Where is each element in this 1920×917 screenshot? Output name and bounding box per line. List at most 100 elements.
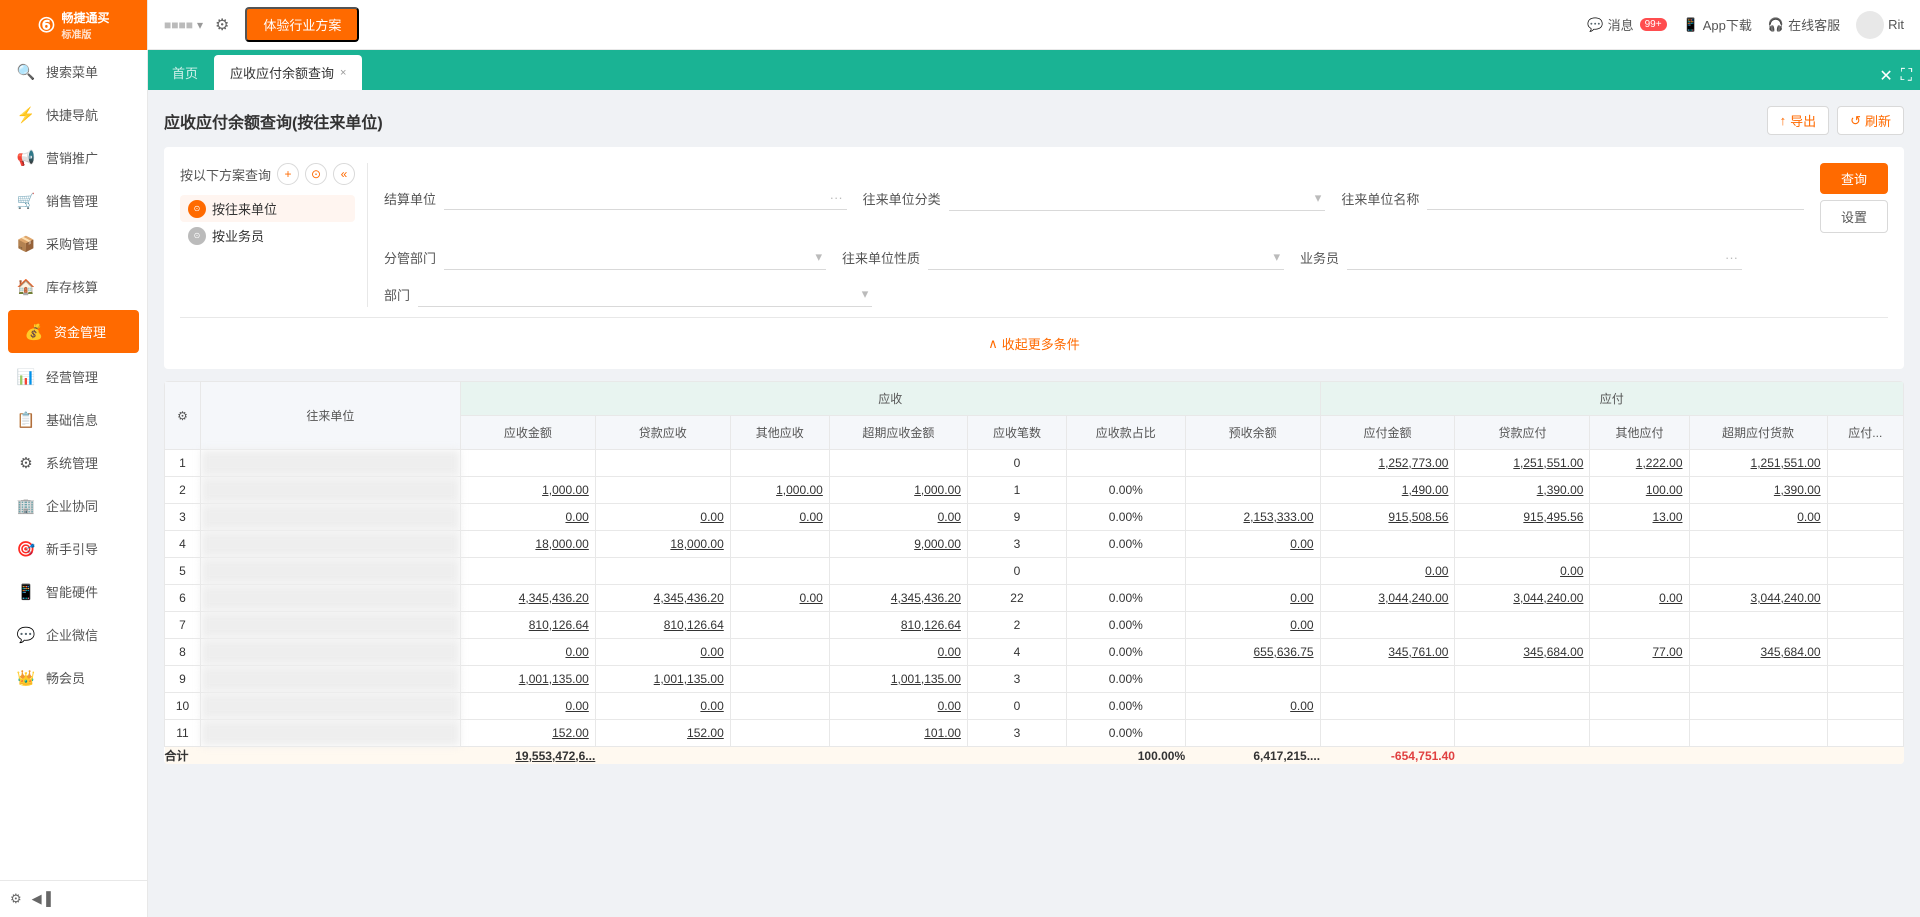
sidebar-item-enterprise[interactable]: 🏢 企业协同: [0, 484, 147, 527]
settings-icon[interactable]: ⚙: [215, 15, 229, 35]
row-index: 4: [165, 531, 201, 558]
topbar: ■■■■ ▾ ⚙ 体验行业方案 💬 消息 99+ 📱 App下载 🎧 在线客服 …: [148, 0, 1920, 50]
other-payable-header: 其他应付: [1590, 416, 1689, 450]
system-icon: ⚙: [16, 454, 36, 472]
service-icon: 🎧: [1768, 17, 1784, 33]
sidebar-item-finance[interactable]: 💰 资金管理: [8, 310, 139, 353]
tab-close-icon[interactable]: ×: [340, 67, 346, 79]
app-name: 畅捷通买: [61, 9, 109, 26]
loan-receivable-header: 贷款应收: [595, 416, 730, 450]
export-button[interactable]: ↑ 导出: [1767, 106, 1830, 135]
field-dept-manager: 分管部门 ▾: [384, 245, 826, 270]
user-info[interactable]: Rit: [1856, 11, 1904, 39]
settlement-unit-dots[interactable]: ···: [830, 190, 843, 205]
field-partner-nature: 往来单位性质 ▾: [842, 245, 1284, 270]
footer-receivable-amount[interactable]: 19,553,472,6...: [460, 747, 595, 765]
partner-name: [201, 612, 461, 639]
partner-name: [201, 558, 461, 585]
partner-name: [201, 585, 461, 612]
field-salesperson: 业务员 ···: [1300, 246, 1742, 270]
filter-area: 按以下方案查询 + ⊙ « ⊙ 按往来单位 ⊙ 按业务员 结算: [164, 147, 1904, 369]
sidebar-item-wechat[interactable]: 💬 企业微信: [0, 613, 147, 656]
row-index: 2: [165, 477, 201, 504]
sidebar-item-marketing[interactable]: 📢 营销推广: [0, 136, 147, 179]
message-icon: 💬: [1587, 17, 1603, 33]
refresh-button[interactable]: ↺ 刷新: [1837, 106, 1904, 135]
overdue-receivable-header: 超期应收金额: [829, 416, 967, 450]
receivable-ratio: 0.00%: [1067, 639, 1186, 666]
settlement-unit-label: 结算单位: [384, 189, 436, 208]
promo-button[interactable]: 体验行业方案: [245, 7, 359, 42]
sidebar-footer: ⚙ ◀▐: [0, 880, 147, 917]
row-index: 8: [165, 639, 201, 666]
setting-button[interactable]: 设置: [1820, 200, 1888, 233]
add-scheme-button[interactable]: +: [277, 163, 299, 185]
scheme-settings-button[interactable]: ⊙: [305, 163, 327, 185]
sidebar-item-system[interactable]: ⚙ 系统管理: [0, 441, 147, 484]
dept-manager-label: 分管部门: [384, 248, 436, 267]
sidebar-collapse-icon[interactable]: ◀▐: [32, 891, 51, 907]
tab-expand[interactable]: ⛶: [1901, 67, 1912, 85]
sidebar-item-purchase[interactable]: 📦 采购管理: [0, 222, 147, 265]
sidebar-item-guide[interactable]: 🎯 新手引导: [0, 527, 147, 570]
partner-nature-arrow[interactable]: ▾: [1273, 249, 1280, 265]
tab-close-window[interactable]: ✕: [1879, 66, 1892, 86]
partner-category-arrow[interactable]: ▾: [1315, 190, 1322, 206]
table-row: 101,252,773.001,251,551.001,222.001,251,…: [165, 450, 1904, 477]
collapse-button[interactable]: ∧ 收起更多条件: [180, 334, 1888, 353]
tabbar-actions: ✕ ⛶: [1879, 66, 1912, 90]
salesperson-dots[interactable]: ···: [1725, 250, 1738, 265]
partner-name: [201, 504, 461, 531]
operations-icon: 📊: [16, 368, 36, 386]
sidebar-item-quick-nav[interactable]: ⚡ 快捷导航: [0, 93, 147, 136]
sidebar-item-sales[interactable]: 🛒 销售管理: [0, 179, 147, 222]
footer-payable-amount: -654,751.40: [1320, 747, 1455, 765]
department-arrow[interactable]: ▾: [862, 286, 869, 302]
dept-manager-arrow[interactable]: ▾: [815, 249, 822, 265]
filter-actions: 查询 设置: [1820, 163, 1888, 233]
receivable-count: 4: [967, 639, 1066, 666]
sidebar-item-hardware[interactable]: 📱 智能硬件: [0, 570, 147, 613]
loan-payable-header: 贷款应付: [1455, 416, 1590, 450]
sidebar-item-inventory[interactable]: 🏠 库存核算: [0, 265, 147, 308]
collapse-icon: ∧: [988, 336, 998, 352]
partner-name: [201, 666, 461, 693]
export-icon: ↑: [1780, 113, 1787, 128]
sidebar-settings-icon[interactable]: ⚙: [10, 891, 22, 907]
online-service-button[interactable]: 🎧 在线客服: [1768, 15, 1840, 34]
query-button[interactable]: 查询: [1820, 163, 1888, 194]
row-index: 10: [165, 693, 201, 720]
table-settings-header[interactable]: ⚙: [165, 382, 201, 450]
filter-section-label: 按以下方案查询: [180, 165, 271, 184]
message-badge: 99+: [1640, 18, 1667, 31]
receivable-ratio: 0.00%: [1067, 585, 1186, 612]
receivable-count: 9: [967, 504, 1066, 531]
quick-nav-icon: ⚡: [16, 106, 36, 124]
table-row: 11152.00152.00101.0030.00%: [165, 720, 1904, 747]
tab-home[interactable]: 首页: [156, 55, 214, 90]
tab-ar-ap[interactable]: 应收应付余额查询 ×: [214, 55, 362, 90]
sidebar-item-member[interactable]: 👑 畅会员: [0, 656, 147, 699]
marketing-icon: 📢: [16, 149, 36, 167]
app-download-button[interactable]: 📱 App下载: [1683, 15, 1752, 34]
scheme-collapse-button[interactable]: «: [333, 163, 355, 185]
row-index: 11: [165, 720, 201, 747]
partner-name: [201, 720, 461, 747]
receivable-ratio: 0.00%: [1067, 693, 1186, 720]
scheme-by-partner[interactable]: ⊙ 按往来单位: [180, 195, 355, 222]
scheme-by-salesperson[interactable]: ⊙ 按业务员: [180, 222, 355, 249]
sidebar-item-operations[interactable]: 📊 经营管理: [0, 355, 147, 398]
sidebar: ⑥ 畅捷通买 标准版 🔍 搜索菜单 ⚡ 快捷导航 📢 营销推广 🛒 销售管理 📦…: [0, 0, 148, 917]
scheme-selector: 按以下方案查询 + ⊙ « ⊙ 按往来单位 ⊙ 按业务员: [180, 163, 368, 307]
payable-group-header: 应付: [1320, 382, 1903, 416]
inventory-icon: 🏠: [16, 278, 36, 296]
message-button[interactable]: 💬 消息 99+: [1587, 15, 1666, 34]
footer-label: 合计: [165, 747, 461, 765]
partner-name-input[interactable]: [1427, 186, 1804, 210]
sidebar-item-basic-info[interactable]: 📋 基础信息: [0, 398, 147, 441]
receivable-count: 3: [967, 720, 1066, 747]
field-partner-category: 往来单位分类 ▾: [863, 186, 1326, 211]
receivable-count-header: 应收笔数: [967, 416, 1066, 450]
sidebar-item-search[interactable]: 🔍 搜索菜单: [0, 50, 147, 93]
receivable-count: 0: [967, 450, 1066, 477]
